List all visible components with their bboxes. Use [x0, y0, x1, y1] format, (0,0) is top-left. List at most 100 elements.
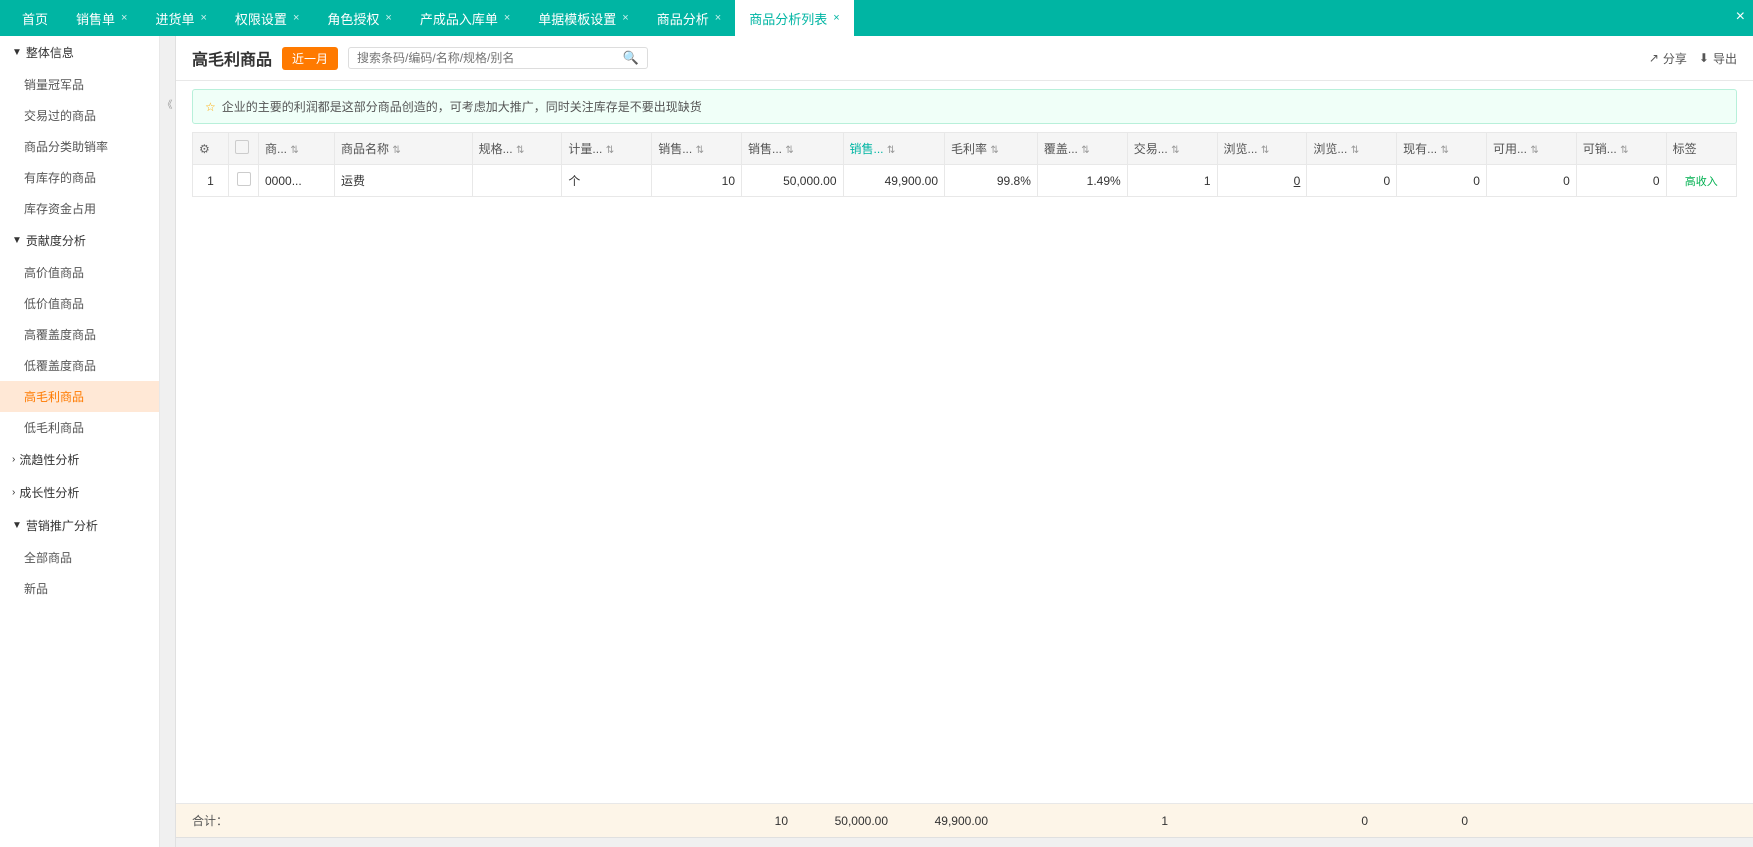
sort-trade-icon[interactable]: ⇅ — [1171, 145, 1179, 156]
sidebar-group-marketing[interactable]: ▼ 营销推广分析 — [0, 509, 159, 542]
header-actions: ↗ 分享 ⬇ 导出 — [1649, 50, 1737, 67]
th-checkbox — [229, 133, 259, 165]
footer-trade: 1 — [1088, 814, 1168, 828]
arrow-overall: ▼ — [12, 47, 22, 58]
nav-item-production[interactable]: 产成品入库单 × — [406, 0, 524, 36]
row-checkbox[interactable] — [237, 172, 251, 186]
data-table: ⚙ 商... ⇅ 商品名称 ⇅ — [192, 132, 1737, 197]
td-browse2: 0 — [1307, 165, 1397, 197]
footer-label: 合计： — [192, 812, 228, 829]
close-analysis-list-tab[interactable]: × — [833, 12, 839, 24]
td-sale-profit: 49,900.00 — [843, 165, 945, 197]
nav-item-analysis-list[interactable]: 商品分析列表 × — [735, 0, 853, 36]
sidebar-item-low-value[interactable]: 低价值商品 — [0, 288, 159, 319]
sort-current-stock-icon[interactable]: ⇅ — [1441, 145, 1449, 156]
hint-text: 企业的主要的利润都是这部分商品创造的，可考虑加大推广，同时关注库存是不要出现缺货 — [222, 98, 702, 115]
sidebar-item-stock-capital[interactable]: 库存资金占用 — [0, 193, 159, 224]
sidebar-group-contribution[interactable]: ▼ 贡献度分析 — [0, 224, 159, 257]
td-available: 0 — [1486, 165, 1576, 197]
td-trade: 1 — [1127, 165, 1217, 197]
sidebar-item-low-coverage[interactable]: 低覆盖度商品 — [0, 350, 159, 381]
td-checkbox — [229, 165, 259, 197]
nav-item-roles[interactable]: 角色授权 × — [313, 0, 405, 36]
sidebar-group-trend[interactable]: › 流趋性分析 — [0, 443, 159, 476]
sort-browse1-icon[interactable]: ⇅ — [1261, 145, 1269, 156]
th-current-stock: 现有... ⇅ — [1397, 133, 1487, 165]
nav-item-purchase[interactable]: 进货单 × — [141, 0, 220, 36]
th-sale-qty: 销售... ⇅ — [652, 133, 742, 165]
footer-sale-profit: 49,900.00 — [908, 814, 988, 828]
select-all-checkbox[interactable] — [235, 140, 249, 154]
td-code: 0000... — [259, 165, 335, 197]
content-header: 高毛利商品 近一月 🔍 ↗ 分享 ⬇ 导出 — [176, 36, 1753, 81]
filter-month-button[interactable]: 近一月 — [282, 47, 338, 70]
nav-item-template[interactable]: 单据模板设置 × — [524, 0, 642, 36]
footer-available: 0 — [1388, 814, 1468, 828]
sidebar-item-all-goods[interactable]: 全部商品 — [0, 542, 159, 573]
th-index: ⚙ — [193, 133, 229, 165]
search-input[interactable] — [357, 51, 623, 65]
sort-sale-profit-icon[interactable]: ⇅ — [887, 145, 895, 156]
nav-item-sales[interactable]: 销售单 × — [62, 0, 141, 36]
nav-item-analysis[interactable]: 商品分析 × — [643, 0, 735, 36]
close-analysis-tab[interactable]: × — [715, 12, 721, 24]
sidebar-item-high-value[interactable]: 高价值商品 — [0, 257, 159, 288]
sidebar-group-overall[interactable]: ▼ 整体信息 — [0, 36, 159, 69]
horizontal-scrollbar[interactable] — [176, 837, 1753, 847]
sidebar-item-in-stock[interactable]: 有库存的商品 — [0, 162, 159, 193]
close-roles-tab[interactable]: × — [385, 12, 391, 24]
sort-sale-amount-icon[interactable]: ⇅ — [785, 145, 793, 156]
top-nav: 首页 销售单 × 进货单 × 权限设置 × 角色授权 × 产成品入库单 × 单据… — [0, 0, 1753, 36]
table-row: 1 0000... 运费 — [193, 165, 1737, 197]
sidebar-item-sales-champion[interactable]: 销量冠军品 — [0, 69, 159, 100]
close-permissions-tab[interactable]: × — [293, 12, 299, 24]
search-box: 🔍 — [348, 47, 648, 69]
collapse-icon: 《 — [163, 96, 173, 111]
sort-sale-qty-icon[interactable]: ⇅ — [696, 145, 704, 156]
th-spec: 规格... ⇅ — [472, 133, 562, 165]
sort-browse2-icon[interactable]: ⇅ — [1351, 145, 1359, 156]
export-button[interactable]: ⬇ 导出 — [1699, 50, 1737, 67]
sidebar-item-category-assist[interactable]: 商品分类助销率 — [0, 131, 159, 162]
th-available: 可用... ⇅ — [1486, 133, 1576, 165]
th-sellable: 可销... ⇅ — [1576, 133, 1666, 165]
sidebar-group-growth[interactable]: › 成长性分析 — [0, 476, 159, 509]
td-current-stock: 0 — [1397, 165, 1487, 197]
td-index: 1 — [193, 165, 229, 197]
td-coverage: 1.49% — [1037, 165, 1127, 197]
td-sale-amount: 50,000.00 — [742, 165, 844, 197]
td-browse1: 0 — [1217, 165, 1307, 197]
sidebar-item-high-margin[interactable]: 高毛利商品 — [0, 381, 159, 412]
sort-code-icon[interactable]: ⇅ — [290, 145, 298, 156]
sidebar-item-new-goods[interactable]: 新品 — [0, 573, 159, 604]
sidebar-item-high-coverage[interactable]: 高覆盖度商品 — [0, 319, 159, 350]
nav-item-permissions[interactable]: 权限设置 × — [221, 0, 313, 36]
sort-gross-margin-icon[interactable]: ⇅ — [990, 145, 998, 156]
sort-spec-icon[interactable]: ⇅ — [516, 145, 524, 156]
th-browse1: 浏览... ⇅ — [1217, 133, 1307, 165]
sort-available-icon[interactable]: ⇅ — [1530, 145, 1538, 156]
share-icon: ↗ — [1649, 51, 1659, 65]
th-browse2: 浏览... ⇅ — [1307, 133, 1397, 165]
sort-unit-icon[interactable]: ⇅ — [606, 145, 614, 156]
nav-item-home[interactable]: 首页 — [8, 0, 62, 36]
search-icon[interactable]: 🔍 — [623, 50, 639, 66]
th-trade: 交易... ⇅ — [1127, 133, 1217, 165]
table-footer: 合计： 10 50,000.00 49,900.00 1 0 0 — [176, 803, 1753, 837]
arrow-contribution: ▼ — [12, 235, 22, 246]
sidebar-collapse-button[interactable]: 《 — [160, 36, 176, 847]
share-button[interactable]: ↗ 分享 — [1649, 50, 1687, 67]
sort-name-icon[interactable]: ⇅ — [392, 145, 400, 156]
close-purchase-tab[interactable]: × — [200, 12, 206, 24]
close-template-tab[interactable]: × — [622, 12, 628, 24]
sort-sellable-icon[interactable]: ⇅ — [1620, 145, 1628, 156]
close-sales-tab[interactable]: × — [121, 12, 127, 24]
sidebar-item-low-margin[interactable]: 低毛利商品 — [0, 412, 159, 443]
sidebar-item-traded-goods[interactable]: 交易过的商品 — [0, 100, 159, 131]
close-production-tab[interactable]: × — [504, 12, 510, 24]
th-coverage: 覆盖... ⇅ — [1037, 133, 1127, 165]
sort-coverage-icon[interactable]: ⇅ — [1081, 145, 1089, 156]
settings-icon[interactable]: ⚙ — [199, 142, 210, 156]
th-sale-profit: 销售... ⇅ — [843, 133, 945, 165]
close-all-button[interactable]: × — [1736, 8, 1745, 26]
